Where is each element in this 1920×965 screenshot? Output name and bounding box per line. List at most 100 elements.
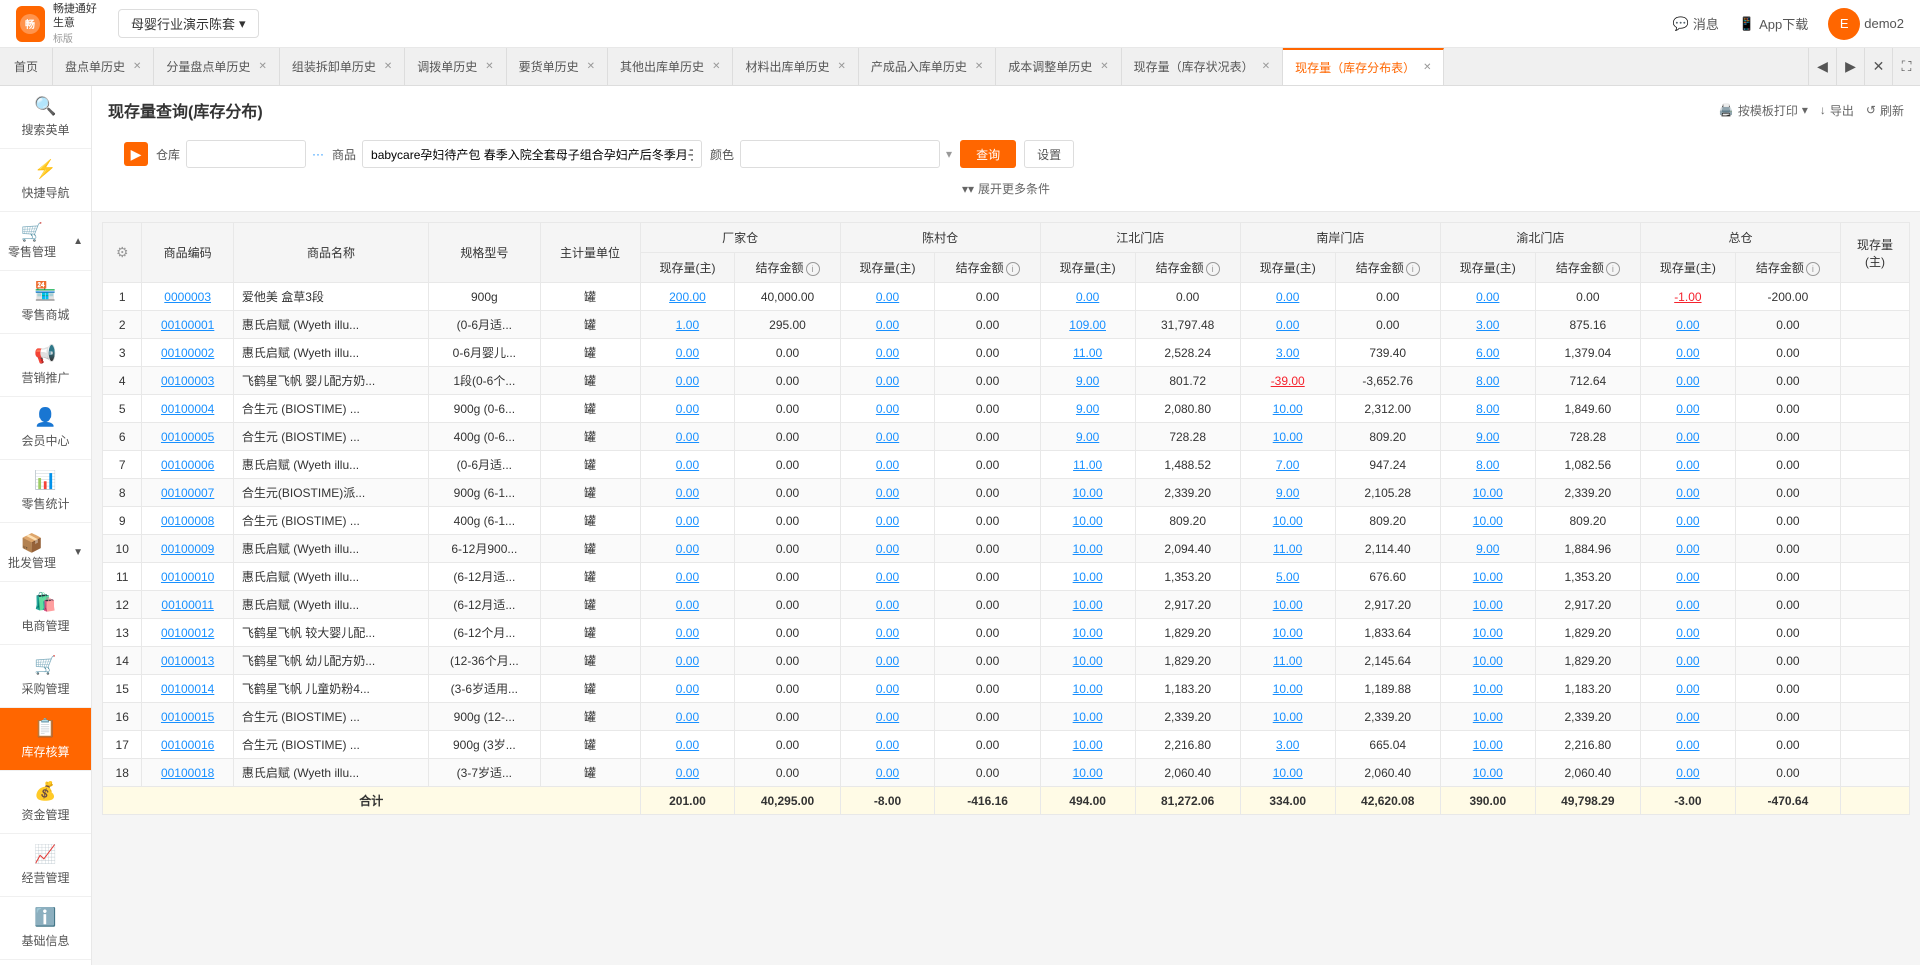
user-avatar-btn[interactable]: E demo2 bbox=[1828, 8, 1904, 40]
tab-close-all-btn[interactable]: ✕ bbox=[1864, 48, 1892, 86]
cell-lc-amount: 0.00 bbox=[935, 591, 1040, 619]
cell-name: 惠氏启赋 (Wyeth illu... bbox=[233, 339, 428, 367]
warehouse-input[interactable] bbox=[186, 140, 306, 168]
sidebar-item-retail-mgmt[interactable]: 🛒 零售管理 ▲ bbox=[0, 212, 91, 271]
col-seq: 商品编码 bbox=[142, 223, 233, 283]
tab-close-other-out[interactable]: ✕ bbox=[712, 61, 720, 72]
sidebar-item-purchase[interactable]: 🛒 采购管理 bbox=[0, 645, 91, 708]
tab-close-request[interactable]: ✕ bbox=[587, 61, 595, 72]
print-btn[interactable]: 🖨️ 按模板打印 ▾ bbox=[1719, 102, 1808, 119]
tab-stock-dist[interactable]: 现存量（库存分布表） ✕ bbox=[1283, 48, 1444, 86]
cell-jb-stock: 109.00 bbox=[1040, 311, 1135, 339]
cell-t-amount: 0.00 bbox=[1735, 451, 1840, 479]
tab-material-out[interactable]: 材料出库单历史 ✕ bbox=[733, 48, 858, 86]
sidebar-item-finance[interactable]: 💰 资金管理 bbox=[0, 771, 91, 834]
sidebar: 🔍 搜索英单 ⚡ 快捷导航 🛒 零售管理 ▲ 🏪 零售商城 📢 营销推广 👤 会… bbox=[0, 86, 92, 965]
product-input[interactable] bbox=[362, 140, 702, 168]
tab-close-cost-adjust[interactable]: ✕ bbox=[1100, 61, 1108, 72]
sidebar-item-system[interactable]: ⚙️ 系统管理 bbox=[0, 960, 91, 965]
summary-lc-stock: -8.00 bbox=[840, 787, 935, 815]
cell-na-amount: 2,917.20 bbox=[1335, 591, 1440, 619]
cell-seq: 11 bbox=[103, 563, 142, 591]
sidebar-item-stock-check[interactable]: 📋 库存核算 bbox=[0, 708, 91, 771]
expand-conditions-btn[interactable]: ▾▾ 展开更多条件 bbox=[962, 180, 1050, 197]
sidebar-item-retail-stats[interactable]: 📊 零售统计 bbox=[0, 460, 91, 523]
sidebar-item-ops[interactable]: 📈 经营管理 bbox=[0, 834, 91, 897]
tab-fullscreen-btn[interactable]: ⛶ bbox=[1892, 48, 1920, 86]
sidebar-item-marketing[interactable]: 📢 营销推广 bbox=[0, 334, 91, 397]
tab-bar: 首页 盘点单历史 ✕ 分量盘点单历史 ✕ 组装拆卸单历史 ✕ 调拨单历史 ✕ 要… bbox=[0, 48, 1920, 86]
tab-close-material-out[interactable]: ✕ bbox=[837, 61, 845, 72]
tab-prev-btn[interactable]: ◀ bbox=[1808, 48, 1836, 86]
tab-product-in[interactable]: 产成品入库单历史 ✕ bbox=[859, 48, 996, 86]
cell-code: 0000003 bbox=[142, 283, 233, 311]
tab-transfer[interactable]: 调拨单历史 ✕ bbox=[405, 48, 506, 86]
col-settings[interactable]: ⚙ bbox=[103, 223, 142, 283]
query-btn[interactable]: 查询 bbox=[960, 140, 1016, 168]
sidebar-item-search[interactable]: 🔍 搜索英单 bbox=[0, 86, 91, 149]
lc-amount-info[interactable]: i bbox=[1006, 262, 1020, 276]
refresh-btn[interactable]: ↺ 刷新 bbox=[1866, 102, 1904, 119]
cell-name: 飞鹤星飞帆 较大婴儿配... bbox=[233, 619, 428, 647]
summary-yb-stock: 390.00 bbox=[1440, 787, 1535, 815]
tab-other-out[interactable]: 其他出库单历史 ✕ bbox=[608, 48, 733, 86]
cell-yb-amount: 1,829.20 bbox=[1535, 647, 1640, 675]
tab-home[interactable]: 首页 bbox=[0, 48, 53, 86]
tab-assemble[interactable]: 组装拆卸单历史 ✕ bbox=[280, 48, 405, 86]
tab-inventory[interactable]: 盘点单历史 ✕ bbox=[53, 48, 154, 86]
settings-btn[interactable]: 设置 bbox=[1024, 140, 1074, 168]
cell-unit: 罐 bbox=[540, 535, 640, 563]
app-download-btn[interactable]: 📱 App下载 bbox=[1739, 14, 1808, 33]
cell-na-amount: 0.00 bbox=[1335, 311, 1440, 339]
sidebar-item-member[interactable]: 👤 会员中心 bbox=[0, 397, 91, 460]
sidebar-item-retail-shop[interactable]: 🏪 零售商城 bbox=[0, 271, 91, 334]
sidebar-item-ecommerce[interactable]: 🛍️ 电商管理 bbox=[0, 582, 91, 645]
member-icon: 👤 bbox=[34, 407, 56, 428]
cell-na-stock: 10.00 bbox=[1240, 759, 1335, 787]
tab-request[interactable]: 要货单历史 ✕ bbox=[507, 48, 608, 86]
col-current-stock: 现存量(主) bbox=[1841, 223, 1910, 283]
tab-close-product-in[interactable]: ✕ bbox=[975, 61, 983, 72]
yb-amount-info[interactable]: i bbox=[1606, 262, 1620, 276]
cell-jb-amount: 2,917.20 bbox=[1135, 591, 1240, 619]
cell-na-amount: 1,833.64 bbox=[1335, 619, 1440, 647]
export-btn[interactable]: ↓ 导出 bbox=[1820, 102, 1854, 119]
cell-lc-stock: 0.00 bbox=[840, 647, 935, 675]
tab-close-inventory[interactable]: ✕ bbox=[133, 61, 141, 72]
sidebar-item-wholesale[interactable]: 📦 批发管理 ▼ bbox=[0, 523, 91, 582]
cell-t-amount: 0.00 bbox=[1735, 367, 1840, 395]
color-input[interactable] bbox=[740, 140, 940, 168]
warehouse-more-btn[interactable]: ··· bbox=[312, 147, 324, 161]
cell-jb-amount: 2,080.80 bbox=[1135, 395, 1240, 423]
sidebar-item-basic[interactable]: ℹ️ 基础信息 bbox=[0, 897, 91, 960]
cell-yb-stock: 8.00 bbox=[1440, 395, 1535, 423]
chevron-down-icon4: ▾ bbox=[946, 147, 952, 161]
tab-stock-status[interactable]: 现存量（库存状况表） ✕ bbox=[1122, 48, 1283, 86]
f-amount-info[interactable]: i bbox=[806, 262, 820, 276]
filter-collapse-btn[interactable]: ▶ bbox=[124, 142, 148, 166]
tab-close-stock-dist[interactable]: ✕ bbox=[1423, 62, 1431, 73]
tab-close-transfer[interactable]: ✕ bbox=[485, 61, 493, 72]
cell-current bbox=[1841, 507, 1910, 535]
cell-jb-stock: 10.00 bbox=[1040, 647, 1135, 675]
tab-next-btn[interactable]: ▶ bbox=[1836, 48, 1864, 86]
na-amount-info[interactable]: i bbox=[1406, 262, 1420, 276]
cell-jb-amount: 2,216.80 bbox=[1135, 731, 1240, 759]
tab-close-split[interactable]: ✕ bbox=[258, 61, 266, 72]
message-btn[interactable]: 💬 消息 bbox=[1673, 14, 1719, 33]
jb-amount-info[interactable]: i bbox=[1206, 262, 1220, 276]
table-area[interactable]: ⚙ 商品编码 商品名称 规格型号 主计量单位 厂家仓 陈村仓 江北门店 南岸门店… bbox=[92, 212, 1920, 965]
sidebar-item-quick-nav[interactable]: ⚡ 快捷导航 bbox=[0, 149, 91, 212]
cell-yb-amount: 712.64 bbox=[1535, 367, 1640, 395]
tab-cost-adjust[interactable]: 成本调整单历史 ✕ bbox=[996, 48, 1121, 86]
tab-close-assemble[interactable]: ✕ bbox=[384, 61, 392, 72]
industry-selector[interactable]: 母婴行业演示陈套 ▾ bbox=[118, 9, 259, 38]
cell-jb-stock: 10.00 bbox=[1040, 479, 1135, 507]
cell-na-amount: 1,189.88 bbox=[1335, 675, 1440, 703]
cell-lc-amount: 0.00 bbox=[935, 563, 1040, 591]
tab-split-inventory[interactable]: 分量盘点单历史 ✕ bbox=[154, 48, 279, 86]
t-amount-info[interactable]: i bbox=[1806, 262, 1820, 276]
finance-icon: 💰 bbox=[34, 781, 56, 802]
cell-name: 合生元 (BIOSTIME) ... bbox=[233, 731, 428, 759]
tab-close-stock-status[interactable]: ✕ bbox=[1262, 61, 1270, 72]
